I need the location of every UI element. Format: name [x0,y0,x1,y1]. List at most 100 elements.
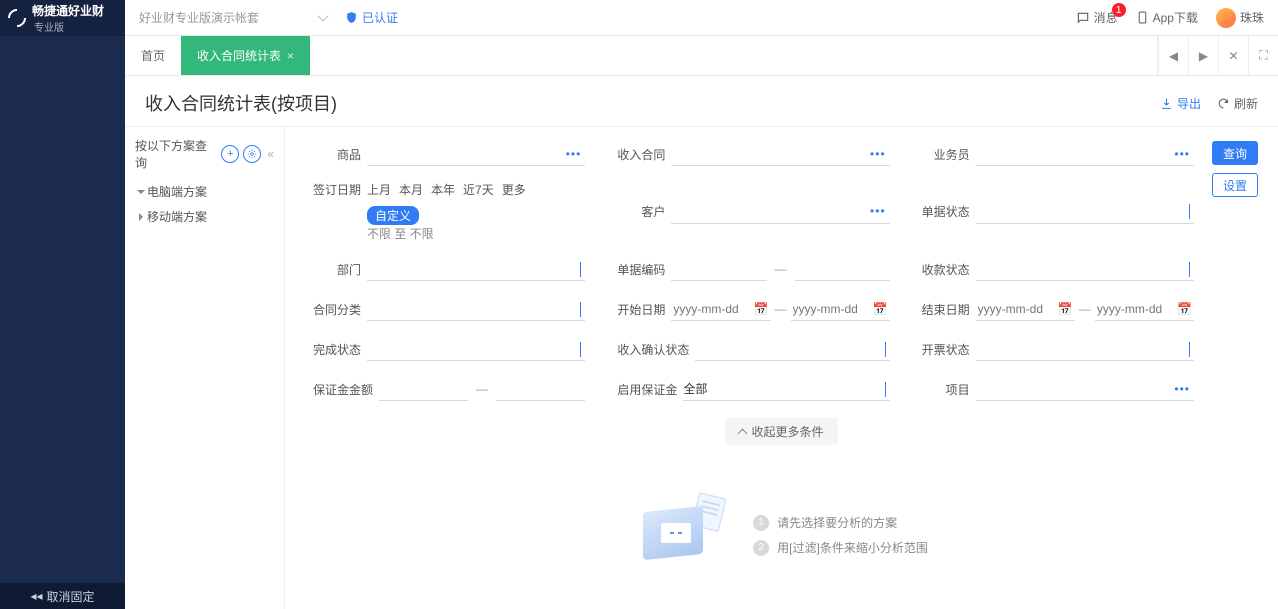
add-scheme-button[interactable]: + [221,145,239,163]
input-salesman[interactable] [976,146,1171,162]
verified-badge[interactable]: 已认证 [345,9,398,26]
brand-logo-icon [4,5,29,30]
org-name: 好业财专业版演示帐套 [139,9,259,26]
input-deposit-from[interactable] [379,377,468,401]
input-doc-status[interactable] [976,203,1185,219]
messages-link[interactable]: 消息 1 [1076,9,1118,26]
calendar-icon[interactable]: 📅 [1058,302,1073,316]
field-product[interactable]: ••• [367,142,585,166]
chevron-down-icon[interactable] [576,342,585,356]
tab-active[interactable]: 收入合同统计表 × [181,36,310,75]
field-complete-status[interactable] [367,337,585,361]
sidebar-unpin-label: 取消固定 [47,588,95,605]
sign-date-options: 上月 本月 本年 近7天 更多 自定义 [367,181,585,225]
settings-button[interactable]: 设置 [1212,173,1258,197]
chevron-down-icon[interactable] [1185,204,1194,218]
opt-last-month[interactable]: 上月 [367,181,391,198]
user-menu[interactable]: 珠珠 [1216,8,1264,28]
messages-badge: 1 [1112,3,1126,17]
input-doc-no-from[interactable] [671,257,766,281]
more-icon[interactable]: ••• [1170,382,1194,396]
scheme-settings-button[interactable] [243,145,261,163]
input-income-contract[interactable] [671,146,866,162]
chevron-down-icon[interactable] [1185,342,1194,356]
field-customer[interactable]: ••• [671,200,889,224]
chevron-down-icon[interactable] [881,382,890,396]
opt-more[interactable]: 更多 [502,181,526,198]
field-enable-deposit[interactable]: 全部 [683,377,889,401]
chevron-down-icon[interactable] [576,262,585,276]
input-income-confirm[interactable] [695,341,880,357]
input-product[interactable] [367,146,562,162]
tab-close-all[interactable]: ✕ [1218,36,1248,75]
export-button[interactable]: 导出 [1160,95,1201,112]
download-link[interactable]: App下载 [1136,9,1198,26]
input-customer[interactable] [671,203,866,219]
more-icon[interactable]: ••• [866,204,890,218]
tree-group-desktop[interactable]: 电脑端方案 [137,179,278,204]
tab-prev[interactable]: ◀ [1158,36,1188,75]
brand-edition: 专业版 [34,19,104,34]
calendar-icon[interactable]: 📅 [873,302,888,316]
step-1-text: 请先选择要分析的方案 [777,514,897,531]
refresh-label: 刷新 [1234,95,1258,112]
field-project[interactable]: ••• [976,377,1194,401]
end-date-to[interactable]: 📅 [1095,297,1194,321]
field-dept[interactable] [367,257,585,281]
tree-collapse-button[interactable]: « [267,147,274,161]
sidebar-unpin[interactable]: ◂◂ 取消固定 [0,583,125,609]
field-income-contract[interactable]: ••• [671,142,889,166]
end-date-from[interactable]: 📅 [976,297,1075,321]
field-receipt-status[interactable] [976,257,1194,281]
start-date-to[interactable]: 📅 [791,297,890,321]
collapse-filters-button[interactable]: 收起更多条件 [725,418,837,445]
opt-custom[interactable]: 自定义 [367,206,419,225]
input-deposit-to[interactable] [496,377,585,401]
input-dept[interactable] [367,261,576,277]
chevron-down-icon[interactable] [1185,262,1194,276]
label-end-date: 结束日期 [918,301,970,318]
step-1-badge: 1 [753,515,769,531]
close-icon[interactable]: × [287,49,294,63]
opt-this-year[interactable]: 本年 [431,181,455,198]
input-contract-type[interactable] [367,301,576,317]
page-title: 收入合同统计表(按项目) [145,90,337,116]
chevron-up-icon [738,428,748,438]
input-doc-no-to[interactable] [795,257,890,281]
calendar-icon[interactable]: 📅 [754,302,769,316]
field-contract-type[interactable] [367,297,585,321]
more-icon[interactable]: ••• [866,147,890,161]
calendar-icon[interactable]: 📅 [1177,302,1192,316]
tab-home[interactable]: 首页 [125,36,181,75]
tab-next[interactable]: ▶ [1188,36,1218,75]
tab-fullscreen[interactable]: ⛶ [1248,36,1278,75]
user-name: 珠珠 [1240,9,1264,26]
opt-this-month[interactable]: 本月 [399,181,423,198]
label-invoice-status: 开票状态 [918,341,970,358]
field-doc-status[interactable] [976,200,1194,224]
input-complete-status[interactable] [367,341,576,357]
refresh-button[interactable]: 刷新 [1217,95,1258,112]
chevron-down-icon[interactable] [576,302,585,316]
label-doc-status: 单据状态 [918,203,970,220]
opt-7days[interactable]: 近7天 [463,181,494,198]
chevron-down-icon [317,10,328,21]
field-invoice-status[interactable] [976,337,1194,361]
input-receipt-status[interactable] [976,261,1185,277]
org-selector[interactable]: 好业财专业版演示帐套 [139,9,327,26]
start-date-from[interactable]: 📅 [671,297,770,321]
label-contract-type: 合同分类 [309,301,361,318]
field-income-confirm[interactable] [695,337,889,361]
more-icon[interactable]: ••• [562,147,586,161]
arrow-right-icon [139,213,143,221]
more-icon[interactable]: ••• [1170,147,1194,161]
brand: 畅捷通好业财 专业版 [0,0,125,36]
tree-group-mobile[interactable]: 移动端方案 [137,204,278,229]
label-doc-no: 单据编码 [613,261,665,278]
input-project[interactable] [976,381,1171,397]
chevron-down-icon[interactable] [881,342,890,356]
field-salesman[interactable]: ••• [976,142,1194,166]
brand-name: 畅捷通好业财 [32,2,104,19]
search-button[interactable]: 查询 [1212,141,1258,165]
input-invoice-status[interactable] [976,341,1185,357]
